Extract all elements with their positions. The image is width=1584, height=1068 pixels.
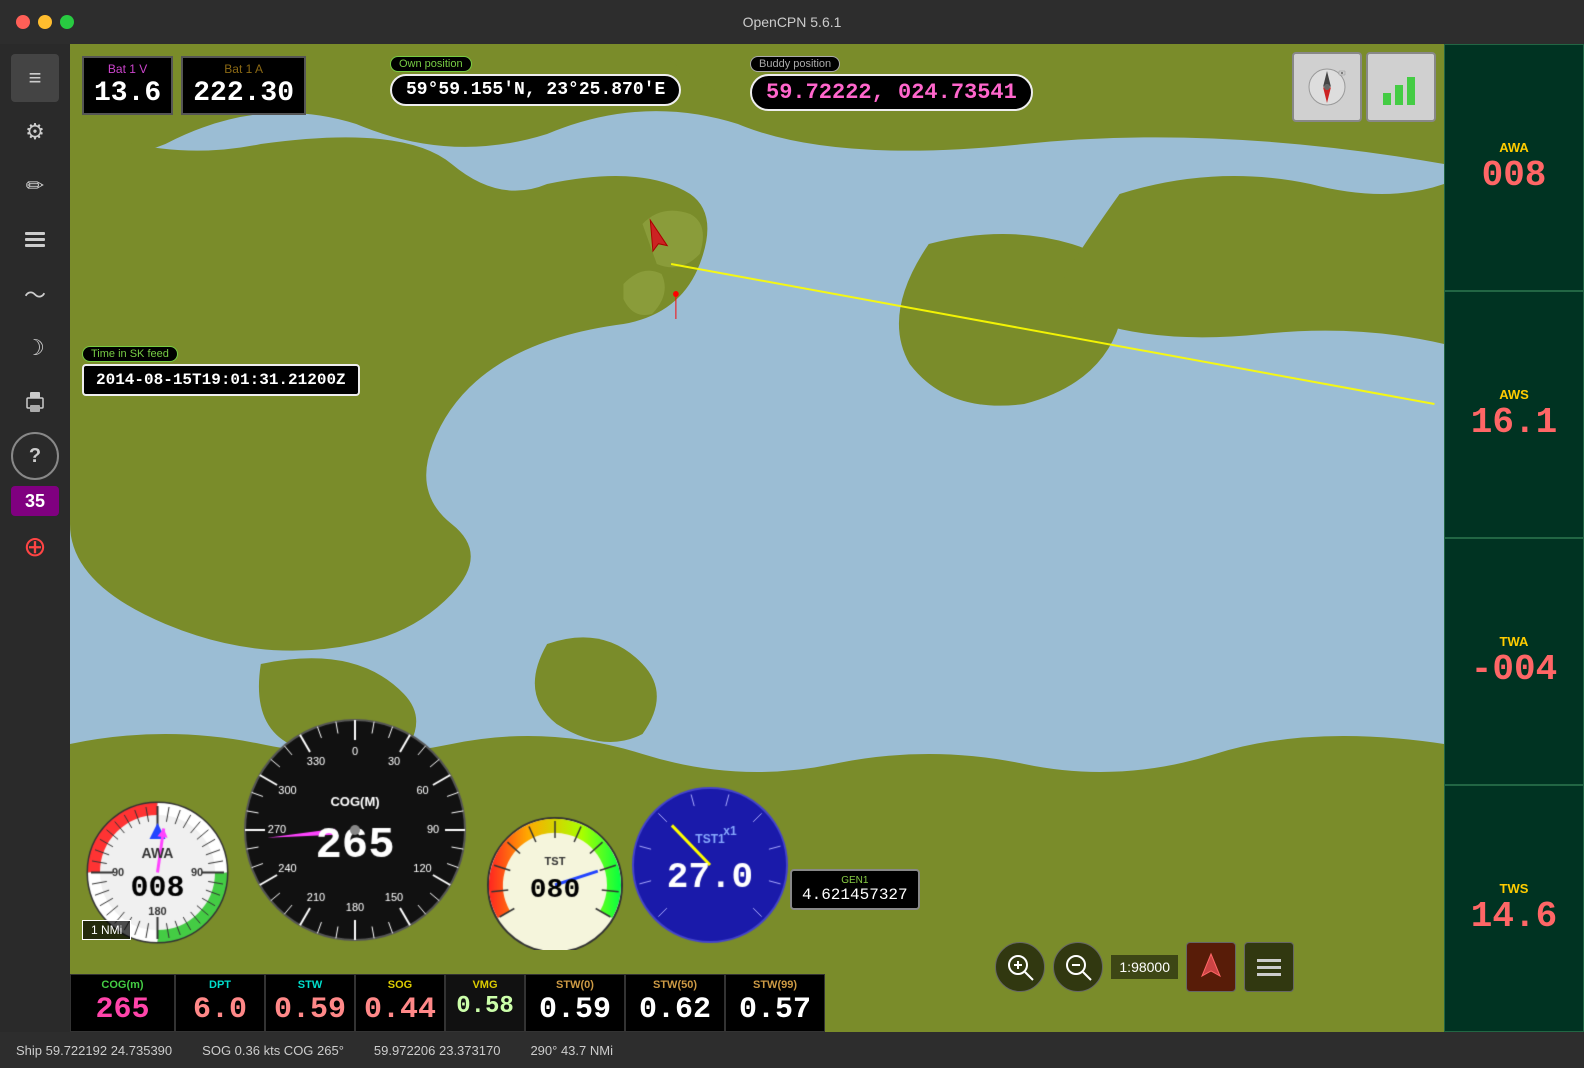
tst-gauge <box>480 800 630 950</box>
vmg-label: VMG <box>452 979 518 991</box>
stw0-label: STW(0) <box>532 979 618 991</box>
bat1v-value: 13.6 <box>94 78 161 109</box>
awa-right-label: AWA <box>1453 140 1575 155</box>
own-position-label: Own position <box>390 56 472 72</box>
bat1a-value: 222.30 <box>193 78 294 109</box>
battery-panel: Bat 1 V 13.6 Bat 1 A 222.30 <box>82 56 306 115</box>
stw-box: STW 0.59 <box>265 974 355 1032</box>
stw50-label: STW(50) <box>632 979 718 991</box>
stw99-label: STW(99) <box>732 979 818 991</box>
minimize-button[interactable] <box>38 15 52 29</box>
sidebar: ≡ ⚙ ✏ 〜 ☽ ? 35 ⊕ <box>0 44 70 1032</box>
sidebar-item-help[interactable]: ? <box>11 432 59 480</box>
scale-indicator: 1 NMi <box>82 920 131 940</box>
sidebar-item-sos[interactable]: ⊕ <box>11 522 59 570</box>
main-container: ≡ ⚙ ✏ 〜 ☽ ? 35 ⊕ <box>0 44 1584 1032</box>
app-title: OpenCPN 5.6.1 <box>743 14 842 30</box>
sidebar-badge-35: 35 <box>11 486 59 516</box>
top-right-panel <box>1292 52 1436 122</box>
dpt-value: 6.0 <box>182 993 258 1027</box>
sidebar-item-pencil[interactable]: ✏ <box>11 162 59 210</box>
own-position-panel: Own position 59°59.155'N, 23°25.870'E <box>390 54 681 106</box>
tst1-gauge-wrap <box>625 780 795 950</box>
window-controls <box>16 15 74 29</box>
stw99-box: STW(99) 0.57 <box>725 974 825 1032</box>
tws-right-value: 14.6 <box>1453 896 1575 937</box>
buddy-position-value: 59.72222, 024.73541 <box>750 74 1033 111</box>
hamburger-menu-button[interactable] <box>1244 942 1294 992</box>
buddy-position-label: Buddy position <box>750 56 840 72</box>
navigate-button[interactable] <box>1186 942 1236 992</box>
time-value: 2014-08-15T19:01:31.21200Z <box>82 364 360 396</box>
bottom-controls: 1:98000 <box>995 942 1294 992</box>
stw0-box: STW(0) 0.59 <box>525 974 625 1032</box>
map-area[interactable]: Bat 1 V 13.6 Bat 1 A 222.30 Own position… <box>70 44 1444 1032</box>
sog-label: SOG <box>362 979 438 991</box>
zoom-in-button[interactable] <box>995 942 1045 992</box>
stw0-value: 0.59 <box>532 993 618 1027</box>
sidebar-item-route[interactable]: 〜 <box>11 270 59 318</box>
vmg-box: VMG 0.58 <box>445 974 525 1032</box>
sidebar-item-settings[interactable]: ⚙ <box>11 108 59 156</box>
stw99-value: 0.57 <box>732 993 818 1027</box>
tws-right-instr: TWS 14.6 <box>1444 785 1584 1032</box>
signal-button[interactable] <box>1366 52 1436 122</box>
time-label: Time in SK feed <box>82 346 178 362</box>
tst-gauge-wrap <box>480 800 630 950</box>
sog-box: SOG 0.44 <box>355 974 445 1032</box>
stw-label: STW <box>272 979 348 991</box>
dpt-label: DPT <box>182 979 258 991</box>
own-position-value: 59°59.155'N, 23°25.870'E <box>390 74 681 106</box>
right-sidebar: AWA 008 AWS 16.1 TWA -004 TWS 14.6 <box>1444 44 1584 1032</box>
cogm-value: 265 <box>77 993 168 1027</box>
sidebar-item-printer[interactable] <box>11 378 59 426</box>
sidebar-item-star[interactable]: ☽ <box>11 324 59 372</box>
tst1-gauge <box>625 780 795 950</box>
aws-right-label: AWS <box>1453 387 1575 402</box>
twa-right-value: -004 <box>1453 649 1575 690</box>
zoom-ratio: 1:98000 <box>1111 955 1178 979</box>
sidebar-item-layers[interactable] <box>11 216 59 264</box>
aws-right-value: 16.1 <box>1453 402 1575 443</box>
scale-label: 1 NMi <box>91 923 122 937</box>
close-button[interactable] <box>16 15 30 29</box>
vmg-value: 0.58 <box>452 993 518 1020</box>
zoom-out-button[interactable] <box>1053 942 1103 992</box>
cog-gauge <box>235 710 475 950</box>
dpt-box: DPT 6.0 <box>175 974 265 1032</box>
bat1a-label: Bat 1 A <box>193 62 294 76</box>
sidebar-item-menu[interactable]: ≡ <box>11 54 59 102</box>
twa-right-label: TWA <box>1453 634 1575 649</box>
tws-right-label: TWS <box>1453 881 1575 896</box>
stw-value: 0.59 <box>272 993 348 1027</box>
cogm-label: COG(m) <box>77 979 168 991</box>
stw50-value: 0.62 <box>632 993 718 1027</box>
gen1-label: GEN1 <box>802 875 908 886</box>
maximize-button[interactable] <box>60 15 74 29</box>
gen1-panel: GEN1 4.621457327 <box>790 869 920 910</box>
bat1a-box: Bat 1 A 222.30 <box>181 56 306 115</box>
compass-button[interactable] <box>1292 52 1362 122</box>
titlebar: OpenCPN 5.6.1 <box>0 0 1584 44</box>
twa-right-instr: TWA -004 <box>1444 538 1584 785</box>
stw50-box: STW(50) 0.62 <box>625 974 725 1032</box>
awa-right-instr: AWA 008 <box>1444 44 1584 291</box>
cog-gauge-wrap <box>235 710 475 950</box>
status-bearing: 290° 43.7 NMi <box>530 1043 613 1058</box>
status-coords: 59.972206 23.373170 <box>374 1043 501 1058</box>
status-ship-pos: Ship 59.722192 24.735390 <box>16 1043 172 1058</box>
status-bar: Ship 59.722192 24.735390 SOG 0.36 kts CO… <box>0 1032 1584 1068</box>
sog-value: 0.44 <box>362 993 438 1027</box>
bat1v-box: Bat 1 V 13.6 <box>82 56 173 115</box>
instruments-bottom: COG(m) 265 DPT 6.0 STW 0.59 SOG 0.44 VMG… <box>70 974 825 1032</box>
gen1-value: 4.621457327 <box>802 886 908 904</box>
bat1v-label: Bat 1 V <box>94 62 161 76</box>
cogm-box: COG(m) 265 <box>70 974 175 1032</box>
status-sog-cog: SOG 0.36 kts COG 265° <box>202 1043 344 1058</box>
buddy-position-panel: Buddy position 59.72222, 024.73541 <box>750 54 1033 111</box>
awa-right-value: 008 <box>1453 155 1575 196</box>
time-panel: Time in SK feed 2014-08-15T19:01:31.2120… <box>82 344 360 396</box>
aws-right-instr: AWS 16.1 <box>1444 291 1584 538</box>
